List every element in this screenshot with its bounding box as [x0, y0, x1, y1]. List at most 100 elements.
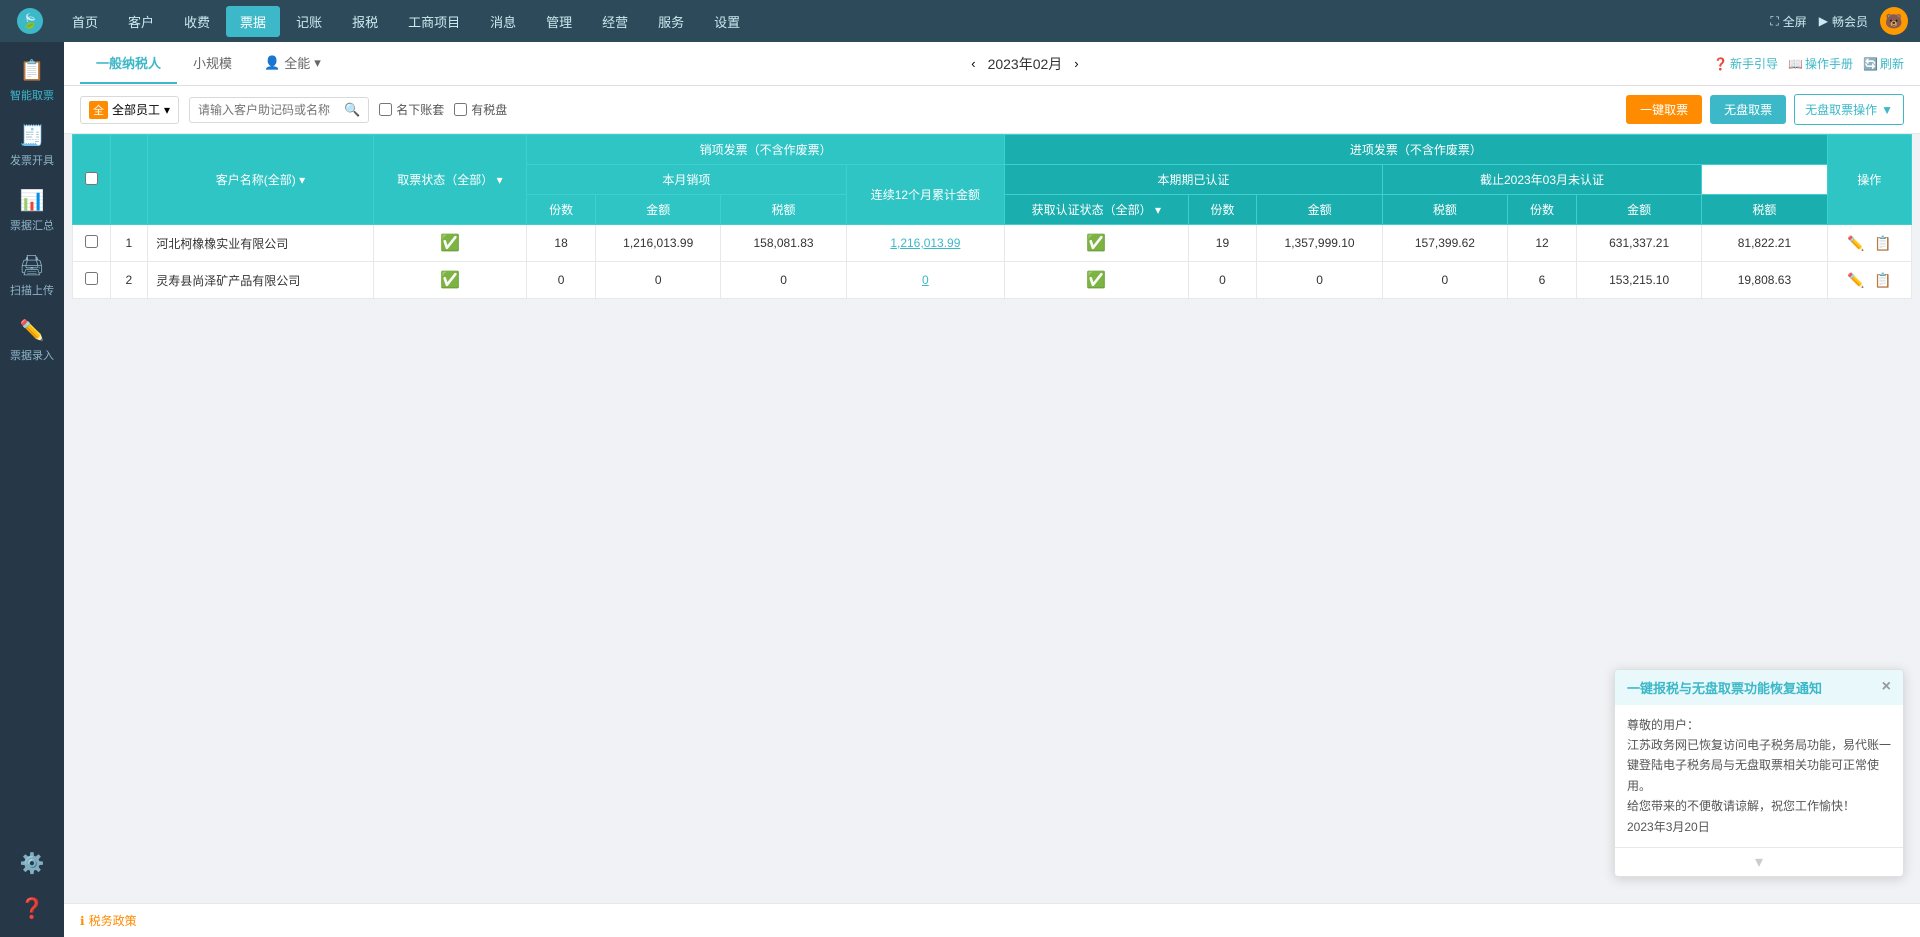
- chevron-down-icon: ▾: [164, 103, 170, 117]
- person-icon: 👤: [264, 55, 280, 71]
- row-cert-amount: 1,357,999.10: [1257, 225, 1382, 262]
- search-box: 🔍: [189, 97, 369, 123]
- nav-operation[interactable]: 经营: [588, 6, 642, 37]
- filter-icon[interactable]: ▾: [497, 173, 503, 187]
- take-status-icon: ✅: [440, 272, 460, 289]
- no-plate-ops-button[interactable]: 无盘取票操作 ▼: [1794, 94, 1904, 125]
- check-account-input[interactable]: [379, 103, 392, 116]
- sidebar-item-invoice-summary[interactable]: 📊 票据汇总: [0, 180, 64, 241]
- th-sales-group: 销项发票（不含作废票）: [527, 135, 1005, 165]
- tax-policy-link[interactable]: ℹ 税务政策: [80, 912, 137, 929]
- sidebar-item-invoice-entry[interactable]: ✏️ 票据录入: [0, 310, 64, 371]
- month-navigation: ‹ 2023年02月 ›: [337, 54, 1713, 74]
- manual-button[interactable]: 📖 操作手册: [1788, 55, 1853, 72]
- app-logo: 🍃: [12, 3, 48, 39]
- th-uncert-amount: 金额: [1576, 195, 1701, 225]
- nav-management[interactable]: 管理: [532, 6, 586, 37]
- nav-home[interactable]: 首页: [58, 6, 112, 37]
- search-input[interactable]: [198, 103, 338, 117]
- th-checkbox: [73, 135, 111, 225]
- has-tax-plate-input[interactable]: [454, 103, 467, 116]
- cumulative-link[interactable]: 0: [922, 273, 929, 287]
- one-click-ticket-button[interactable]: 一键取票: [1626, 95, 1702, 124]
- row-take-status: ✅: [373, 225, 526, 262]
- notification-header: 一键报税与无盘取票功能恢复通知 ×: [1615, 670, 1903, 705]
- new-guide-button[interactable]: ❓ 新手引导: [1713, 55, 1778, 72]
- nav-business[interactable]: 工商项目: [394, 6, 474, 37]
- sidebar-item-invoice-open[interactable]: 🧾 发票开具: [0, 115, 64, 176]
- row-index: 1: [110, 225, 148, 262]
- toolbar-right: 一键取票 无盘取票 无盘取票操作 ▼: [1626, 94, 1904, 125]
- tab-small-scale[interactable]: 小规模: [177, 43, 248, 84]
- row-uncert-tax: 81,822.21: [1702, 225, 1827, 262]
- th-take-status: 取票状态（全部） ▾: [373, 135, 526, 225]
- nav-message[interactable]: 消息: [476, 6, 530, 37]
- edit-icon[interactable]: ✏️: [1847, 235, 1864, 251]
- check-account-checkbox[interactable]: 名下账套: [379, 101, 444, 118]
- tab-bar: 一般纳税人 小规模 👤 全能 ▾ ‹ 2023年02月 › ❓ 新手引导 📖 操…: [64, 42, 1920, 86]
- row-cert-tax: 0: [1382, 262, 1507, 299]
- sidebar-item-help[interactable]: ❓: [0, 888, 64, 929]
- notification-close-button[interactable]: ×: [1882, 678, 1891, 696]
- th-monthly-amount: 金额: [596, 195, 721, 225]
- member-label: 畅会员: [1832, 13, 1868, 30]
- next-month-button[interactable]: ›: [1074, 56, 1078, 71]
- row-monthly-count: 18: [527, 225, 596, 262]
- nav-billing[interactable]: 收费: [170, 6, 224, 37]
- nav-service[interactable]: 服务: [644, 6, 698, 37]
- filter-icon[interactable]: ▾: [299, 173, 305, 187]
- nav-settings[interactable]: 设置: [700, 6, 754, 37]
- th-uncert-count: 份数: [1508, 195, 1577, 225]
- employee-select[interactable]: 全 全部员工 ▾: [80, 96, 179, 124]
- scroll-down-indicator[interactable]: ▾: [1615, 847, 1903, 876]
- tab-general-taxpayer[interactable]: 一般纳税人: [80, 43, 177, 84]
- nav-customer[interactable]: 客户: [114, 6, 168, 37]
- row-checkbox[interactable]: [85, 235, 98, 248]
- prev-month-button[interactable]: ‹: [971, 56, 975, 71]
- nav-accounting[interactable]: 记账: [282, 6, 336, 37]
- sidebar-item-label: 智能取票: [10, 87, 54, 103]
- row-checkbox[interactable]: [85, 272, 98, 285]
- sidebar-item-label: 票据录入: [10, 347, 54, 363]
- sidebar-item-smart-ticket[interactable]: 📋 智能取票: [0, 50, 64, 111]
- fullscreen-label: 全屏: [1783, 13, 1807, 30]
- row-cert-amount: 0: [1257, 262, 1382, 299]
- th-purchase-group: 进项发票（不含作废票）: [1005, 135, 1828, 165]
- filter-icon[interactable]: ▾: [1155, 203, 1161, 217]
- row-take-status: ✅: [373, 262, 526, 299]
- cert-status-icon: ✅: [1086, 272, 1106, 289]
- row-uncert-amount: 631,337.21: [1576, 225, 1701, 262]
- refresh-button[interactable]: 🔄 刷新: [1863, 55, 1904, 72]
- no-plate-ticket-button[interactable]: 无盘取票: [1710, 95, 1786, 124]
- th-uncert-tax: 税额: [1702, 195, 1827, 225]
- table-row: 2 灵寿县尚泽矿产品有限公司 ✅ 0 0 0 0 ✅ 0 0 0 6 153,2…: [73, 262, 1912, 299]
- tab-all[interactable]: 👤 全能 ▾: [248, 43, 337, 84]
- member-button[interactable]: ▶ 畅会员: [1819, 13, 1868, 30]
- table-row: 1 河北柯橡橡实业有限公司 ✅ 18 1,216,013.99 158,081.…: [73, 225, 1912, 262]
- take-status-icon: ✅: [440, 235, 460, 252]
- nav-invoice[interactable]: 票据: [226, 6, 280, 37]
- select-all-checkbox[interactable]: [85, 172, 98, 185]
- search-icon[interactable]: 🔍: [344, 102, 360, 118]
- row-cert-count: 0: [1188, 262, 1257, 299]
- row-actions: ✏️ 📋: [1827, 225, 1911, 262]
- has-tax-plate-checkbox[interactable]: 有税盘: [454, 101, 507, 118]
- info-icon: ℹ: [80, 914, 85, 928]
- sidebar-item-scan-upload[interactable]: 🖨 扫描上传: [0, 245, 64, 306]
- help-icon: ❓: [20, 896, 45, 921]
- nav-right-actions: ⛶ 全屏 ▶ 畅会员 🐻: [1770, 7, 1908, 35]
- view-icon[interactable]: 📋: [1874, 272, 1891, 288]
- toolbar: 全 全部员工 ▾ 🔍 名下账套 有税盘 一键取票 无盘取票 无盘取票操作: [64, 86, 1920, 134]
- row-monthly-amount: 1,216,013.99: [596, 225, 721, 262]
- member-icon: ▶: [1819, 14, 1828, 28]
- view-icon[interactable]: 📋: [1874, 235, 1891, 251]
- nav-tax[interactable]: 报税: [338, 6, 392, 37]
- edit-icon[interactable]: ✏️: [1847, 272, 1864, 288]
- footer: ℹ 税务政策: [64, 903, 1920, 937]
- fullscreen-button[interactable]: ⛶ 全屏: [1770, 13, 1806, 30]
- cumulative-link[interactable]: 1,216,013.99: [890, 236, 960, 250]
- row-cumulative: 1,216,013.99: [846, 225, 1004, 262]
- notification-title: 一键报税与无盘取票功能恢复通知: [1627, 678, 1822, 697]
- avatar[interactable]: 🐻: [1880, 7, 1908, 35]
- sidebar-item-settings[interactable]: ⚙️: [0, 843, 64, 884]
